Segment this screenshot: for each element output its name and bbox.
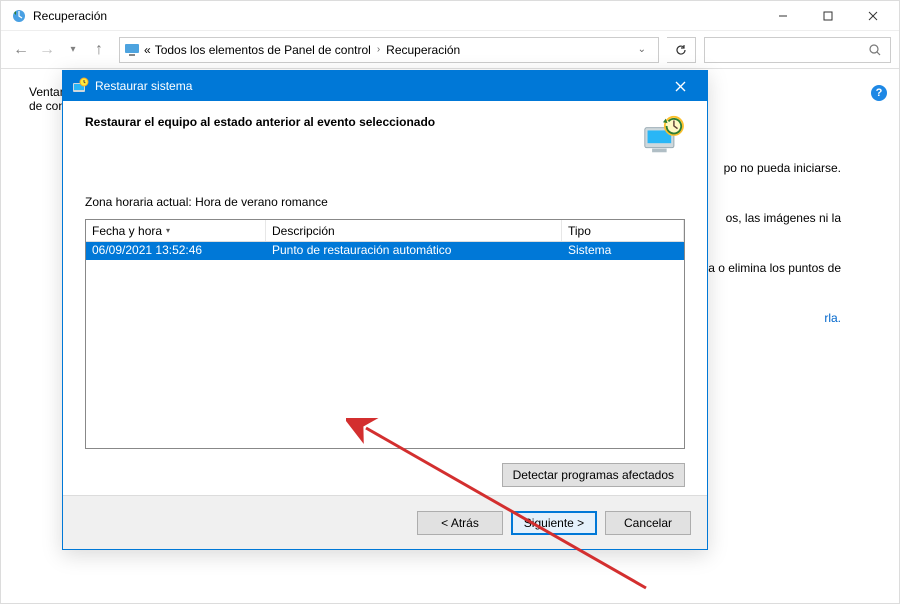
dialog-titlebar: Restaurar sistema <box>63 71 707 101</box>
dialog-footer: < Atrás Siguiente > Cancelar <box>63 495 707 549</box>
address-dropdown[interactable]: ⌄ <box>630 44 654 55</box>
window-title: Recuperación <box>33 9 107 23</box>
breadcrumb-part[interactable]: Todos los elementos de Panel de control <box>155 43 371 57</box>
breadcrumb-part[interactable]: Recuperación <box>386 43 460 57</box>
system-restore-dialog: Restaurar sistema Restaurar el equipo al… <box>62 70 708 550</box>
sort-desc-icon: ▾ <box>166 226 170 235</box>
col-desc-header[interactable]: Descripción <box>266 220 562 241</box>
search-bar[interactable] <box>704 37 891 63</box>
restore-icon <box>71 77 89 95</box>
search-icon <box>868 43 882 57</box>
chevron-right-icon: › <box>377 44 380 55</box>
monitor-icon <box>124 42 140 58</box>
nav-recent-dropdown[interactable]: ▾ <box>61 38 85 62</box>
nav-forward-button[interactable]: → <box>35 38 59 62</box>
close-button[interactable] <box>850 1 895 31</box>
restore-big-icon <box>641 115 685 155</box>
address-bar[interactable]: « Todos los elementos de Panel de contro… <box>119 37 659 63</box>
dialog-title: Restaurar sistema <box>95 79 192 93</box>
nav-back-button[interactable]: ← <box>9 38 33 62</box>
window-titlebar: Recuperación <box>1 1 899 31</box>
next-button[interactable]: Siguiente > <box>511 511 597 535</box>
cancel-button[interactable]: Cancelar <box>605 511 691 535</box>
col-type-header[interactable]: Tipo <box>562 220 684 241</box>
nav-up-button[interactable]: ↑ <box>87 38 111 62</box>
nav-row: ← → ▾ ↑ « Todos los elementos de Panel d… <box>1 31 899 69</box>
cell-desc: Punto de restauración automático <box>266 242 562 260</box>
back-button[interactable]: < Atrás <box>417 511 503 535</box>
link-fragment[interactable]: rla. <box>824 311 841 325</box>
col-date-header[interactable]: Fecha y hora ▾ <box>86 220 266 241</box>
refresh-button[interactable] <box>667 37 696 63</box>
restore-points-table: Fecha y hora ▾ Descripción Tipo 06/09/20… <box>85 219 685 449</box>
recovery-icon <box>11 8 27 24</box>
timezone-line: Zona horaria actual: Hora de verano roma… <box>85 195 685 209</box>
table-header: Fecha y hora ▾ Descripción Tipo <box>86 220 684 242</box>
table-row[interactable]: 06/09/2021 13:52:46 Punto de restauració… <box>86 242 684 260</box>
maximize-button[interactable] <box>805 1 850 31</box>
minimize-button[interactable] <box>760 1 805 31</box>
cell-type: Sistema <box>562 242 684 260</box>
help-icon[interactable]: ? <box>871 85 887 101</box>
cell-date: 06/09/2021 13:52:46 <box>86 242 266 260</box>
dialog-heading: Restaurar el equipo al estado anterior a… <box>85 115 435 129</box>
detect-programs-button[interactable]: Detectar programas afectados <box>502 463 685 487</box>
dialog-close-button[interactable] <box>658 71 703 101</box>
